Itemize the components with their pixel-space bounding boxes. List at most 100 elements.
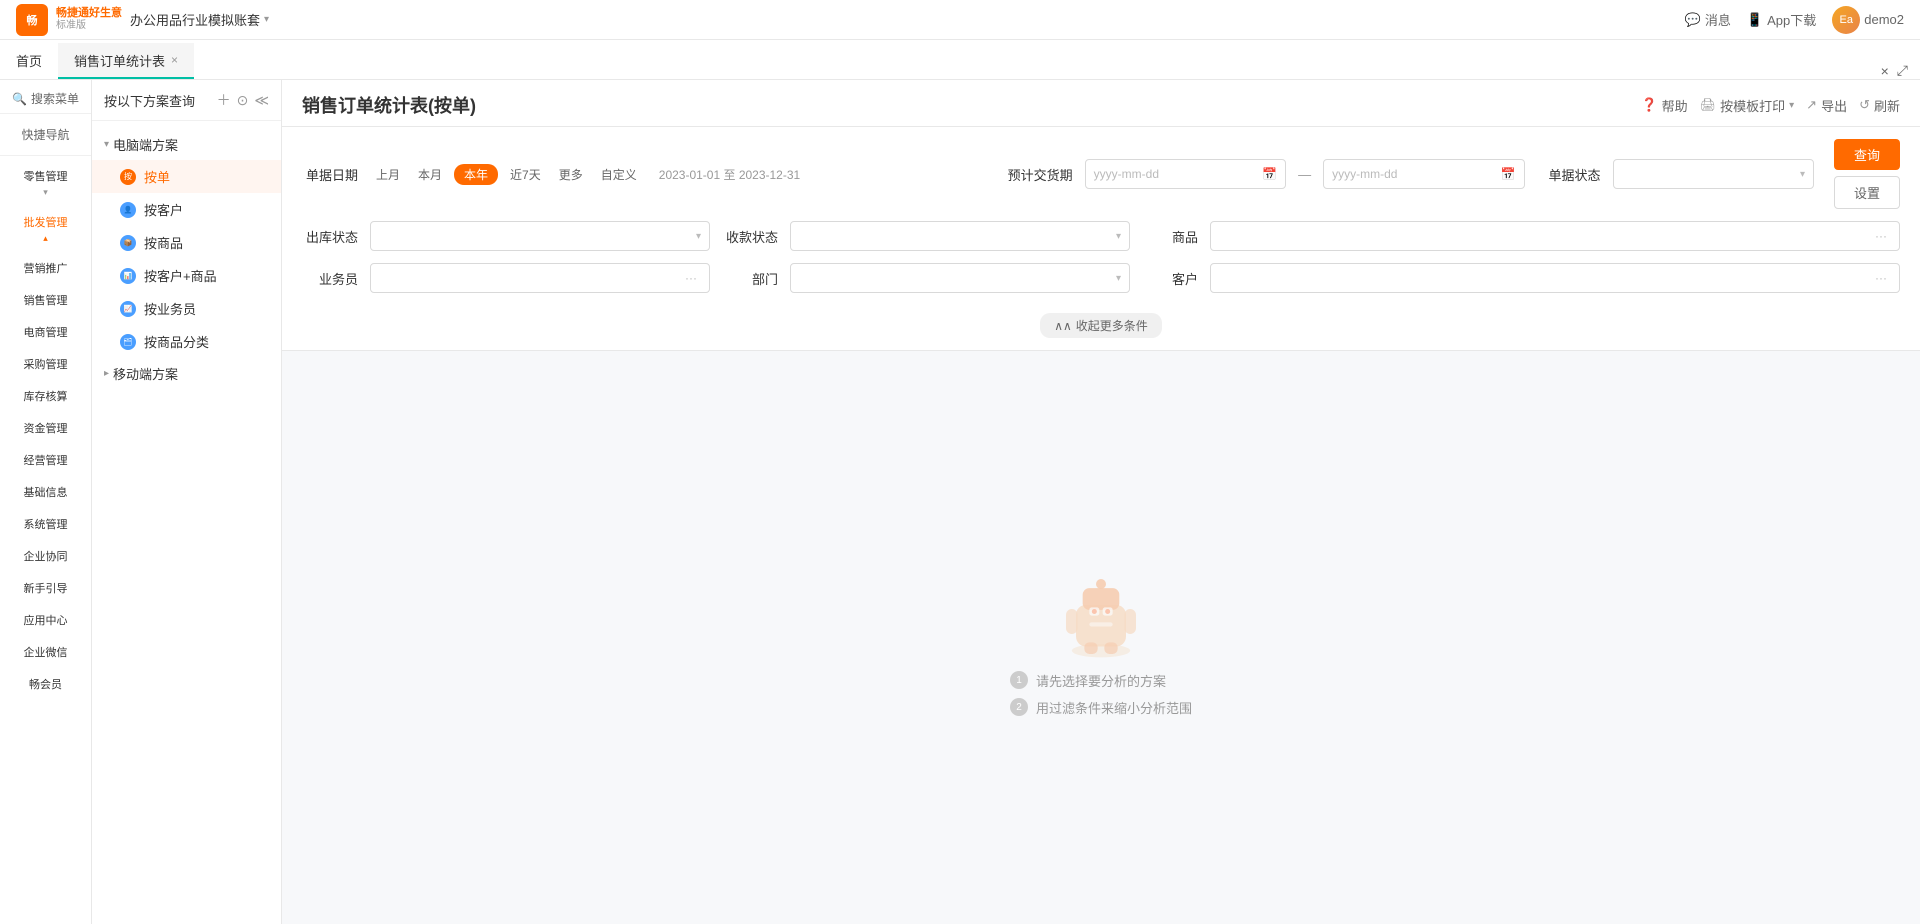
tab-expand-icon[interactable]: ⤢ <box>1897 62 1908 79</box>
pay-status-chevron-icon: ▾ <box>1116 231 1121 242</box>
scheme-item-by-staff[interactable]: 📈 按业务员 <box>92 292 281 325</box>
export-label: 导出 <box>1821 96 1847 115</box>
btn-last-month[interactable]: 上月 <box>370 163 406 186</box>
tab-bar: 首页 销售订单统计表 × × ⤢ <box>0 40 1920 80</box>
customer-label: 客户 <box>1142 269 1198 288</box>
help-button[interactable]: ❓ 帮助 <box>1641 96 1687 115</box>
department-select[interactable]: ▾ <box>790 263 1130 293</box>
sidebar-item-finance[interactable]: 资金管理 <box>0 412 91 444</box>
tab-bar-actions: × ⤢ <box>1869 62 1920 79</box>
customer-input[interactable]: ··· <box>1210 263 1900 293</box>
tab-home[interactable]: 首页 <box>0 43 58 79</box>
btn-this-year[interactable]: 本年 <box>454 164 498 185</box>
sidebar-item-retail[interactable]: 零售管理 ▾ <box>0 160 91 206</box>
expected-date-from-placeholder: yyyy-mm-dd <box>1094 167 1159 181</box>
scheme-collapse-icon[interactable]: ≪ <box>254 92 269 109</box>
message-button[interactable]: 💬 消息 <box>1685 10 1731 29</box>
filter-section: 单据日期 上月 本月 本年 近7天 更多 自定义 2023-01-01 至 20… <box>282 127 1920 351</box>
sidebar-item-newbie[interactable]: 新手引导 <box>0 572 91 604</box>
btn-this-month[interactable]: 本月 <box>412 163 448 186</box>
sidebar-item-basics[interactable]: 基础信息 <box>0 476 91 508</box>
tab-close-icon[interactable]: × <box>171 53 178 67</box>
sidebar-item-operations[interactable]: 经营管理 <box>0 444 91 476</box>
scheme-label-by-customer-product: 按客户+商品 <box>144 266 217 285</box>
apps-label: 应用中心 <box>24 612 68 628</box>
finance-label: 资金管理 <box>24 420 68 436</box>
salesman-ellipsis-icon[interactable]: ··· <box>685 271 701 285</box>
pay-status-select[interactable]: ▾ <box>790 221 1130 251</box>
ship-status-select[interactable]: ▾ <box>370 221 710 251</box>
product-ellipsis-icon[interactable]: ··· <box>1875 229 1891 243</box>
sidebar-item-system[interactable]: 系统管理 <box>0 508 91 540</box>
download-icon: 📱 <box>1747 12 1763 28</box>
sidebar-item-enterprise[interactable]: 企业协同 <box>0 540 91 572</box>
template-print-button[interactable]: 🖨 按模板打印 ▾ <box>1700 96 1795 115</box>
scheme-tree: ▾ 电脑端方案 按 按单 👤 按客户 📦 按商品 <box>92 121 281 924</box>
export-button[interactable]: ↗ 导出 <box>1806 96 1847 115</box>
scheme-group-mobile-header[interactable]: ▸ 移动端方案 <box>92 358 281 389</box>
group-pc-chevron-icon: ▾ <box>104 139 109 150</box>
sidebar-item-wholesale[interactable]: 批发管理 ▴ <box>0 206 91 252</box>
expected-date-to-input[interactable]: yyyy-mm-dd 📅 <box>1323 159 1524 189</box>
report-header: 销售订单统计表(按单) ❓ 帮助 🖨 按模板打印 ▾ ↗ 导出 <box>282 80 1920 127</box>
sidebar-item-ecommerce[interactable]: 电商管理 <box>0 316 91 348</box>
sidebar-item-vip[interactable]: 畅会员 <box>0 668 91 700</box>
product-input[interactable]: ··· <box>1210 221 1900 251</box>
sidebar-quick-nav[interactable]: 快捷导航 <box>0 114 91 156</box>
query-button[interactable]: 查询 <box>1834 139 1900 170</box>
sidebar-item-corpwechat[interactable]: 企业微信 <box>0 636 91 668</box>
tab-sales-order-stat[interactable]: 销售订单统计表 × <box>58 43 194 79</box>
refresh-button[interactable]: ↺ 刷新 <box>1859 96 1900 115</box>
user-profile[interactable]: Ea demo2 <box>1832 6 1904 34</box>
expected-date-to-placeholder: yyyy-mm-dd <box>1332 167 1397 181</box>
scheme-label-by-staff: 按业务员 <box>144 299 196 318</box>
scheme-icon-by-customer-product: 📊 <box>120 268 136 284</box>
sidebar-item-marketing[interactable]: 营销推广 <box>0 252 91 284</box>
scheme-item-by-product[interactable]: 📦 按商品 <box>92 226 281 259</box>
sidebar-item-apps[interactable]: 应用中心 <box>0 604 91 636</box>
group-mobile-chevron-icon: ▸ <box>104 368 109 379</box>
salesman-label: 业务员 <box>302 269 358 288</box>
wholesale-label: 批发管理 <box>24 214 68 230</box>
workspace-selector[interactable]: 办公用品行业模拟账套 ▾ <box>130 10 269 29</box>
expected-date-from-input[interactable]: yyyy-mm-dd 📅 <box>1085 159 1286 189</box>
tab-close-all-icon[interactable]: × <box>1881 63 1889 79</box>
btn-custom[interactable]: 自定义 <box>595 163 643 186</box>
scheme-group-pc: ▾ 电脑端方案 按 按单 👤 按客户 📦 按商品 <box>92 129 281 358</box>
collapse-button[interactable]: ∧∧ 收起更多条件 <box>1040 313 1162 338</box>
operations-label: 经营管理 <box>24 452 68 468</box>
btn-last-7[interactable]: 近7天 <box>504 163 547 186</box>
customer-ellipsis-icon[interactable]: ··· <box>1875 271 1891 285</box>
scheme-add-icon[interactable]: ＋ <box>217 90 231 110</box>
empty-tips: 1 请先选择要分析的方案 2 用过滤条件来缩小分析范围 <box>1010 671 1192 717</box>
salesman-input[interactable]: ··· <box>370 263 710 293</box>
quick-nav-label: 快捷导航 <box>0 120 91 149</box>
ecommerce-label: 电商管理 <box>24 324 68 340</box>
scheme-settings-icon[interactable]: ⊙ <box>237 92 249 109</box>
scheme-panel-actions: ＋ ⊙ ≪ <box>217 90 269 110</box>
app-download-button[interactable]: 📱 App下载 <box>1747 10 1816 29</box>
retail-arrow-icon: ▾ <box>43 187 48 198</box>
scheme-item-by-customer[interactable]: 👤 按客户 <box>92 193 281 226</box>
sidebar-item-purchase[interactable]: 采购管理 <box>0 348 91 380</box>
scheme-icon-by-category: 🗂 <box>120 334 136 350</box>
scheme-item-by-category[interactable]: 🗂 按商品分类 <box>92 325 281 358</box>
btn-more[interactable]: 更多 <box>553 163 589 186</box>
setting-button[interactable]: 设置 <box>1834 176 1900 209</box>
scheme-item-by-order[interactable]: 按 按单 <box>92 160 281 193</box>
logo-icon: 畅 <box>16 4 48 36</box>
report-area: 销售订单统计表(按单) ❓ 帮助 🖨 按模板打印 ▾ ↗ 导出 <box>282 80 1920 924</box>
scheme-item-by-customer-product[interactable]: 📊 按客户+商品 <box>92 259 281 292</box>
product-label: 商品 <box>1142 227 1198 246</box>
bill-status-select[interactable]: ▾ <box>1613 159 1814 189</box>
group-mobile-label: 移动端方案 <box>113 364 178 383</box>
sidebar-search[interactable]: 🔍 搜索菜单 <box>0 80 91 114</box>
group-pc-label: 电脑端方案 <box>113 135 178 154</box>
sidebar-item-sales[interactable]: 销售管理 <box>0 284 91 316</box>
workspace-name: 办公用品行业模拟账套 <box>130 10 260 29</box>
filter-row-1: 单据日期 上月 本月 本年 近7天 更多 自定义 2023-01-01 至 20… <box>302 139 1900 209</box>
content-area: 按以下方案查询 ＋ ⊙ ≪ ▾ 电脑端方案 按 按单 <box>92 80 1920 924</box>
scheme-group-pc-header[interactable]: ▾ 电脑端方案 <box>92 129 281 160</box>
export-icon: ↗ <box>1806 97 1817 113</box>
sidebar-item-inventory[interactable]: 库存核算 <box>0 380 91 412</box>
